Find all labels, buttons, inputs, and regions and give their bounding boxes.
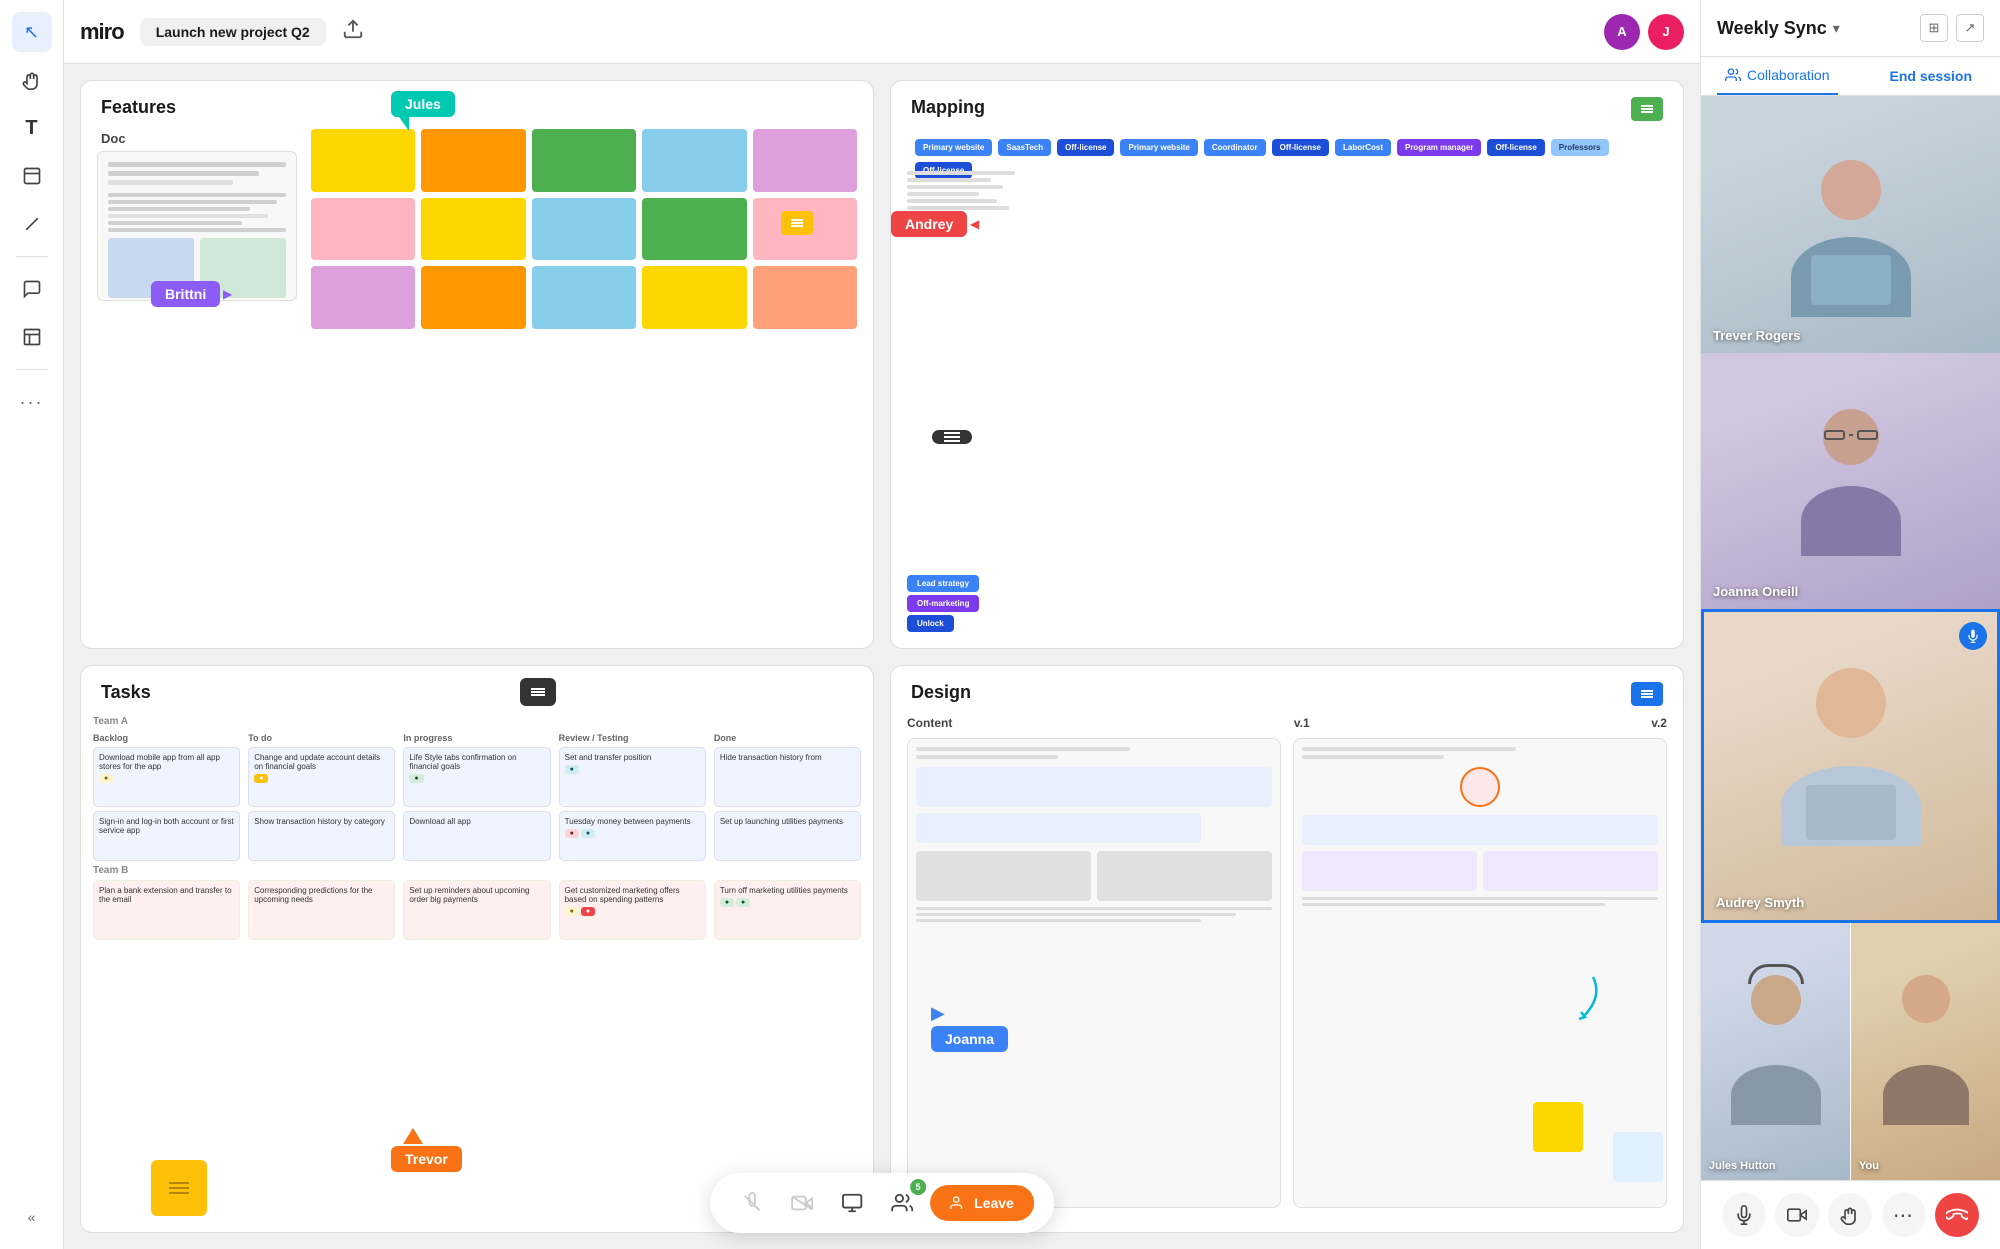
avatar-user1: A	[1604, 14, 1640, 50]
kanban-col-b-done: Turn off marketing utilities payments●●	[714, 880, 861, 940]
leave-button[interactable]: Leave	[930, 1185, 1034, 1221]
panel-popout-icon[interactable]: ↗	[1956, 14, 1984, 42]
team-b-label: Team B	[93, 865, 861, 876]
design-sticky-2	[1613, 1132, 1663, 1182]
design-arrow	[1523, 967, 1603, 1032]
kanban-col-b-todo: Corresponding predictions for the upcomi…	[248, 880, 395, 940]
tool-hand[interactable]	[12, 60, 52, 100]
features-section: Features Doc	[80, 80, 874, 649]
project-title[interactable]: Launch new project Q2	[140, 18, 326, 46]
kanban-col-review: Set and transfer position● Tuesday money…	[559, 747, 706, 861]
team-a-label: Team A	[93, 716, 861, 727]
bottom-toolbar: 5 Leave	[710, 1173, 1054, 1233]
panel-layout-icon[interactable]: ⊞	[1920, 14, 1948, 42]
camera-toggle-button[interactable]	[780, 1181, 824, 1225]
collaboration-tab-label: Collaboration	[1747, 67, 1830, 83]
chat-bubble-blue-design	[1631, 682, 1663, 706]
tool-more[interactable]: ···	[12, 382, 52, 422]
chat-bubble-yellow	[781, 211, 813, 235]
video-trever: Trever Rogers	[1701, 96, 2000, 353]
sticky-float-yellow	[151, 1160, 207, 1216]
features-title: Features	[101, 97, 176, 118]
kanban-col-backlog: Download mobile app from all app stores …	[93, 747, 240, 861]
cursor-brittni: Brittni ▶	[151, 281, 220, 307]
tool-sticky[interactable]	[12, 156, 52, 196]
kanban-col-b-inprogress: Set up reminders about upcoming order bi…	[403, 880, 550, 940]
video-joanna: Joanna Oneill	[1701, 353, 2000, 610]
kanban-col-b-review: Get customized marketing offers based on…	[559, 880, 706, 940]
tool-frame[interactable]	[12, 317, 52, 357]
sidebar-tools: ↖ T ··· «	[0, 0, 64, 1249]
topbar: miro Launch new project Q2 A J	[64, 0, 1700, 64]
avatar-user2: J	[1648, 14, 1684, 50]
tool-comment[interactable]	[12, 269, 52, 309]
panel-controls: ⋯	[1701, 1180, 2000, 1249]
panel-end-call-button[interactable]	[1935, 1193, 1979, 1237]
panel-hand-button[interactable]	[1828, 1193, 1872, 1237]
tool-text[interactable]: T	[12, 108, 52, 148]
tasks-section: Tasks Team A Backlog To do In progress R…	[80, 665, 874, 1234]
design-section: Design Content v.1 v.2	[890, 665, 1684, 1234]
video-you: You	[1851, 923, 2000, 1180]
leave-label: Leave	[974, 1195, 1014, 1211]
cursor-joanna: ▶ Joanna	[931, 1003, 1008, 1052]
cursor-andrey: Andrey ◀	[891, 211, 967, 237]
kanban-col-inprogress: Life Style tabs confirmation on financia…	[403, 747, 550, 861]
design-title: Design	[911, 682, 971, 703]
doc-preview	[97, 151, 297, 301]
panel-dropdown-icon[interactable]: ▾	[1833, 20, 1840, 37]
canvas[interactable]: Features Doc	[64, 64, 1700, 1249]
video-name-you: You	[1859, 1160, 1879, 1172]
end-session-button[interactable]: End session	[1878, 60, 1984, 92]
video-name-audrey: Audrey Smyth	[1716, 895, 1804, 910]
mic-toggle-button[interactable]	[730, 1181, 774, 1225]
panel-header: Weekly Sync ▾ ⊞ ↗	[1701, 0, 2000, 57]
participants-button[interactable]: 5	[880, 1181, 924, 1225]
tool-select[interactable]: ↖	[12, 12, 52, 52]
video-name-trever: Trever Rogers	[1713, 328, 1800, 343]
chat-bubble-dark	[520, 678, 556, 706]
panel-more-button[interactable]: ⋯	[1882, 1193, 1926, 1237]
tool-separator-2	[16, 369, 48, 370]
kanban-col-done: Hide transaction history from Set up lau…	[714, 747, 861, 861]
panel-mic-button[interactable]	[1722, 1193, 1766, 1237]
tasks-title: Tasks	[101, 682, 151, 703]
panel-camera-button[interactable]	[1775, 1193, 1819, 1237]
mapping-section: Mapping Andrey ◀ Primary website SaasTec…	[890, 80, 1684, 649]
cursor-trevor: Trevor	[391, 1128, 462, 1172]
video-audrey: Audrey Smyth	[1701, 609, 2000, 923]
video-grid: Trever Rogers Joanna	[1701, 96, 2000, 1180]
panel-session-name: Weekly Sync	[1717, 18, 1827, 39]
cursor-jules: Jules	[391, 91, 455, 131]
video-name-jules: Jules Hutton	[1709, 1160, 1776, 1172]
kanban-board: Team A Backlog To do In progress Review …	[93, 716, 861, 1221]
video-row-bottom: Jules Hutton You	[1701, 923, 2000, 1180]
right-panel: Weekly Sync ▾ ⊞ ↗ Collaboration End sess…	[1700, 0, 2000, 1249]
tab-collaboration[interactable]: Collaboration	[1717, 57, 1838, 95]
tool-line[interactable]	[12, 204, 52, 244]
screen-share-button[interactable]	[830, 1181, 874, 1225]
sticky-grid	[311, 129, 857, 329]
video-jules: Jules Hutton	[1701, 923, 1851, 1180]
topbar-right: A J	[1604, 14, 1684, 50]
chat-bubble-green-mapping	[1631, 97, 1663, 121]
panel-tabs: Collaboration End session	[1701, 57, 2000, 96]
mapping-diagram: Primary website SaasTech Off-license Pri…	[907, 131, 1667, 632]
miro-logo: miro	[80, 19, 124, 45]
design-sticky-1	[1533, 1102, 1583, 1152]
sidebar-collapse[interactable]: «	[12, 1197, 52, 1237]
canvas-chat-center	[932, 430, 972, 444]
participants-count: 5	[910, 1179, 926, 1195]
mapping-title: Mapping	[911, 97, 985, 118]
video-name-joanna: Joanna Oneill	[1713, 584, 1798, 599]
kanban-col-b-backlog: Plan a bank extension and transfer to th…	[93, 880, 240, 940]
kanban-col-todo: Change and update account details on fin…	[248, 747, 395, 861]
upload-button[interactable]	[342, 18, 364, 45]
doc-label: Doc	[101, 131, 126, 146]
tool-separator	[16, 256, 48, 257]
